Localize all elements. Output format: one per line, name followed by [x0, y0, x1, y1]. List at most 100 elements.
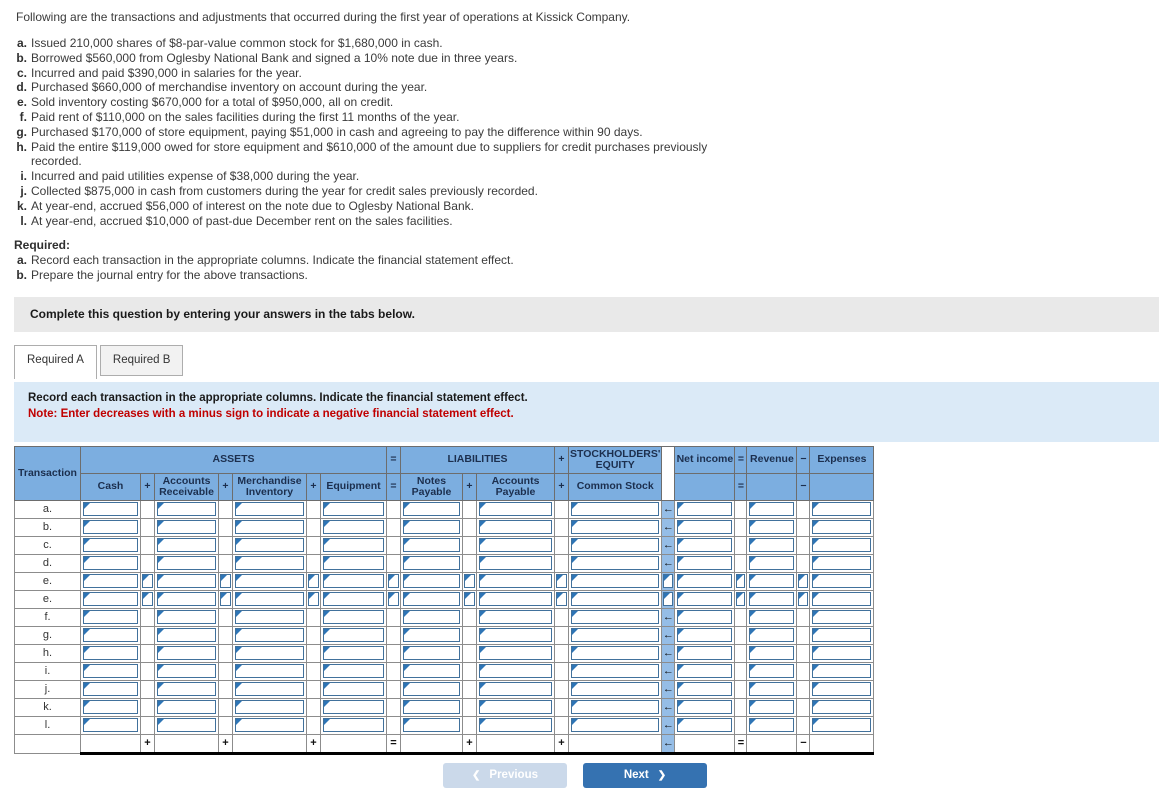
- cell-input-f-merchandise-inventory[interactable]: [236, 611, 303, 624]
- cell-input-e1-sep4[interactable]: [389, 575, 398, 588]
- cell-input-k-common-stock[interactable]: [572, 701, 659, 714]
- cell-input-d-revenue[interactable]: [750, 557, 794, 570]
- cell-input-j-equipment[interactable]: [324, 683, 383, 696]
- cell-input-g-accounts-payable[interactable]: [480, 629, 551, 642]
- cell-input-g-equipment[interactable]: [324, 629, 383, 642]
- cell-input-f-cash[interactable]: [84, 611, 137, 624]
- cell-input-b-accounts-payable[interactable]: [480, 521, 551, 534]
- cell-input-g-notes-payable[interactable]: [404, 629, 459, 642]
- cell-input-h-notes-payable[interactable]: [404, 647, 459, 660]
- cell-input-e2-sep7[interactable]: [737, 593, 745, 606]
- cell-input-j-accounts-payable[interactable]: [480, 683, 551, 696]
- cell-input-e2-equipment[interactable]: [324, 593, 383, 606]
- cell-input-g-accounts-receivable[interactable]: [158, 629, 215, 642]
- cell-input-i-notes-payable[interactable]: [404, 665, 459, 678]
- cell-input-f-common-stock[interactable]: [572, 611, 659, 624]
- cell-input-a-net-income[interactable]: [678, 503, 732, 516]
- cell-input-e2-expenses[interactable]: [813, 593, 871, 606]
- cell-input-l-merchandise-inventory[interactable]: [236, 719, 303, 732]
- cell-input-h-merchandise-inventory[interactable]: [236, 647, 303, 660]
- cell-input-b-cash[interactable]: [84, 521, 137, 534]
- cell-input-k-equipment[interactable]: [324, 701, 383, 714]
- cell-input-b-accounts-receivable[interactable]: [158, 521, 215, 534]
- cell-input-e2-revenue[interactable]: [750, 593, 794, 606]
- cell-input-d-cash[interactable]: [84, 557, 137, 570]
- cell-input-e2-arrow[interactable]: [664, 593, 673, 606]
- cell-input-i-equipment[interactable]: [324, 665, 383, 678]
- cell-input-e2-accounts-receivable[interactable]: [158, 593, 215, 606]
- cell-input-i-common-stock[interactable]: [572, 665, 659, 678]
- cell-input-e1-sep1[interactable]: [143, 575, 152, 588]
- cell-input-e1-sep7[interactable]: [737, 575, 745, 588]
- cell-input-c-merchandise-inventory[interactable]: [236, 539, 303, 552]
- tab-required-a[interactable]: Required A: [14, 344, 97, 379]
- cell-input-h-expenses[interactable]: [813, 647, 871, 660]
- cell-input-l-revenue[interactable]: [750, 719, 794, 732]
- cell-input-i-merchandise-inventory[interactable]: [236, 665, 303, 678]
- cell-input-f-notes-payable[interactable]: [404, 611, 459, 624]
- cell-input-g-net-income[interactable]: [678, 629, 732, 642]
- cell-input-j-merchandise-inventory[interactable]: [236, 683, 303, 696]
- cell-input-d-expenses[interactable]: [813, 557, 871, 570]
- cell-input-h-net-income[interactable]: [678, 647, 732, 660]
- cell-input-l-common-stock[interactable]: [572, 719, 659, 732]
- cell-input-j-net-income[interactable]: [678, 683, 732, 696]
- cell-input-e2-common-stock[interactable]: [572, 593, 659, 606]
- cell-input-d-net-income[interactable]: [678, 557, 732, 570]
- cell-input-j-notes-payable[interactable]: [404, 683, 459, 696]
- cell-input-c-net-income[interactable]: [678, 539, 732, 552]
- cell-input-e2-sep4[interactable]: [389, 593, 398, 606]
- cell-input-f-accounts-payable[interactable]: [480, 611, 551, 624]
- cell-input-i-revenue[interactable]: [750, 665, 794, 678]
- tab-required-b[interactable]: Required B: [99, 344, 184, 376]
- cell-input-f-expenses[interactable]: [813, 611, 871, 624]
- cell-input-c-accounts-receivable[interactable]: [158, 539, 215, 552]
- cell-input-k-net-income[interactable]: [678, 701, 732, 714]
- cell-input-a-cash[interactable]: [84, 503, 137, 516]
- cell-input-e2-sep2[interactable]: [221, 593, 230, 606]
- cell-input-b-equipment[interactable]: [324, 521, 383, 534]
- previous-button[interactable]: ❮ Previous: [443, 762, 567, 788]
- cell-input-a-notes-payable[interactable]: [404, 503, 459, 516]
- cell-input-e1-net-income[interactable]: [678, 575, 732, 588]
- next-button[interactable]: Next ❯: [583, 762, 707, 788]
- cell-input-j-accounts-receivable[interactable]: [158, 683, 215, 696]
- cell-input-l-equipment[interactable]: [324, 719, 383, 732]
- cell-input-b-notes-payable[interactable]: [404, 521, 459, 534]
- cell-input-b-net-income[interactable]: [678, 521, 732, 534]
- cell-input-e2-cash[interactable]: [84, 593, 137, 606]
- cell-input-i-expenses[interactable]: [813, 665, 871, 678]
- cell-input-i-cash[interactable]: [84, 665, 137, 678]
- cell-input-c-notes-payable[interactable]: [404, 539, 459, 552]
- cell-input-b-expenses[interactable]: [813, 521, 871, 534]
- cell-input-j-expenses[interactable]: [813, 683, 871, 696]
- cell-input-k-accounts-payable[interactable]: [480, 701, 551, 714]
- cell-input-l-net-income[interactable]: [678, 719, 732, 732]
- cell-input-e2-notes-payable[interactable]: [404, 593, 459, 606]
- cell-input-i-accounts-receivable[interactable]: [158, 665, 215, 678]
- cell-input-i-accounts-payable[interactable]: [480, 665, 551, 678]
- cell-input-l-accounts-receivable[interactable]: [158, 719, 215, 732]
- cell-input-d-accounts-receivable[interactable]: [158, 557, 215, 570]
- cell-input-j-common-stock[interactable]: [572, 683, 659, 696]
- cell-input-e2-accounts-payable[interactable]: [480, 593, 551, 606]
- cell-input-d-merchandise-inventory[interactable]: [236, 557, 303, 570]
- cell-input-l-expenses[interactable]: [813, 719, 871, 732]
- cell-input-k-merchandise-inventory[interactable]: [236, 701, 303, 714]
- cell-input-i-net-income[interactable]: [678, 665, 732, 678]
- cell-input-e1-sep6[interactable]: [557, 575, 566, 588]
- cell-input-b-merchandise-inventory[interactable]: [236, 521, 303, 534]
- cell-input-e2-sep1[interactable]: [143, 593, 152, 606]
- cell-input-e1-sep3[interactable]: [309, 575, 318, 588]
- cell-input-e1-common-stock[interactable]: [572, 575, 659, 588]
- cell-input-k-cash[interactable]: [84, 701, 137, 714]
- cell-input-k-accounts-receivable[interactable]: [158, 701, 215, 714]
- cell-input-g-merchandise-inventory[interactable]: [236, 629, 303, 642]
- cell-input-k-revenue[interactable]: [750, 701, 794, 714]
- cell-input-b-revenue[interactable]: [750, 521, 794, 534]
- cell-input-a-equipment[interactable]: [324, 503, 383, 516]
- cell-input-d-common-stock[interactable]: [572, 557, 659, 570]
- cell-input-g-common-stock[interactable]: [572, 629, 659, 642]
- cell-input-e2-sep5[interactable]: [465, 593, 474, 606]
- cell-input-a-revenue[interactable]: [750, 503, 794, 516]
